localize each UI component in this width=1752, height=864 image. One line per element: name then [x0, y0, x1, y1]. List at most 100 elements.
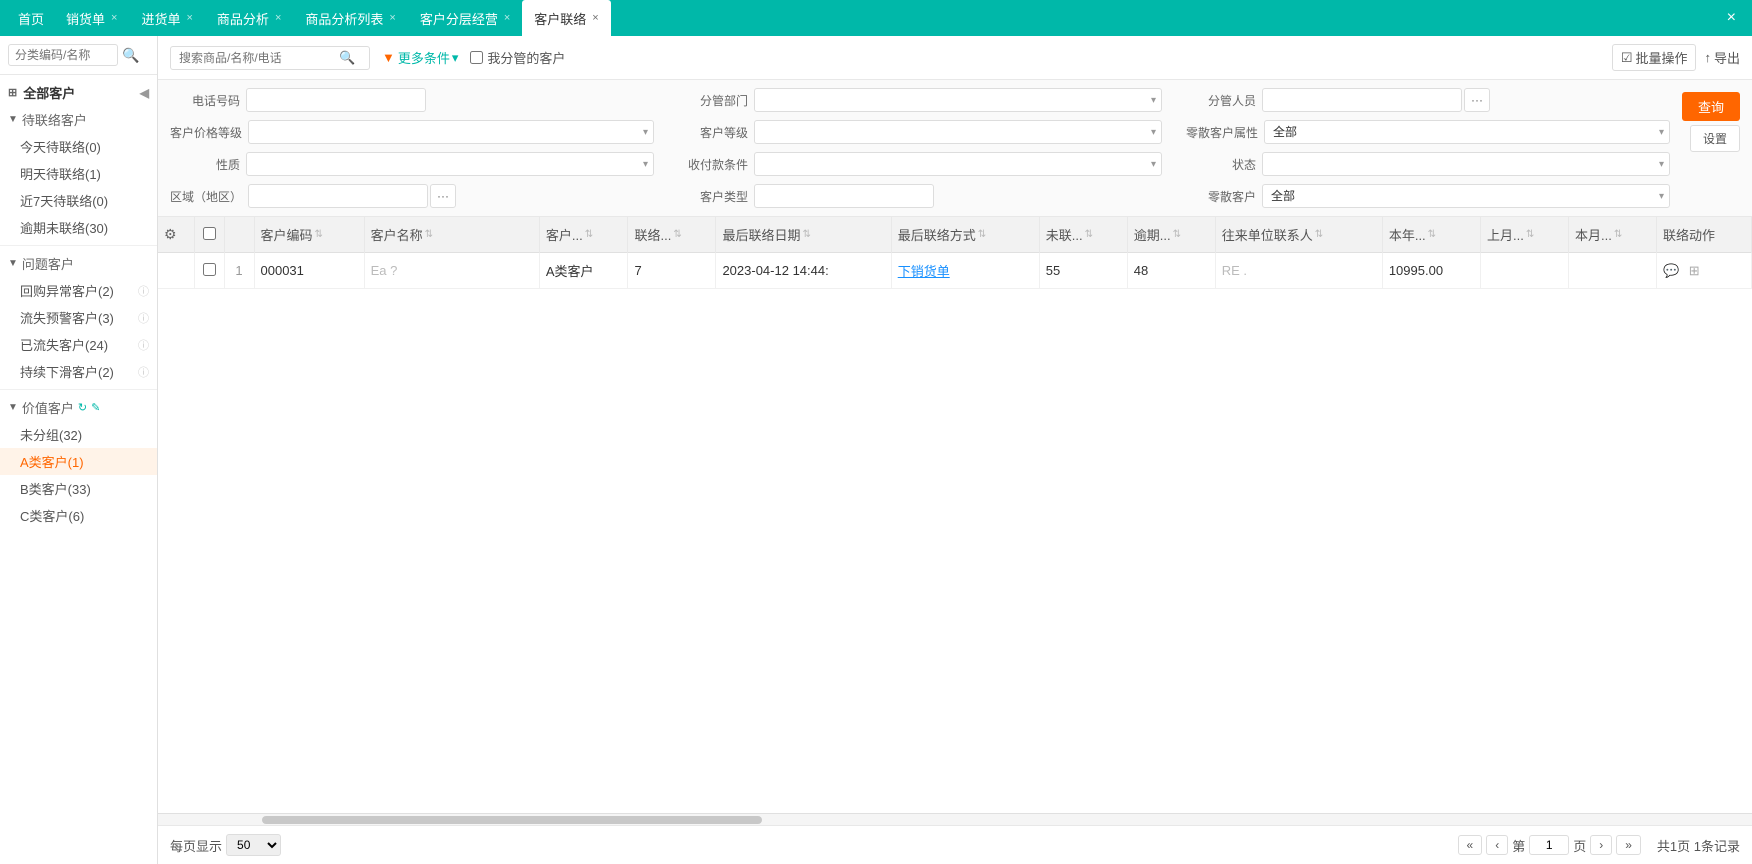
status-select[interactable] — [1262, 152, 1670, 176]
sort-last-month-icon[interactable]: ⇅ — [1526, 229, 1534, 240]
nav-tab-customer-mgmt[interactable]: 客户分层经营 × — [408, 0, 522, 36]
page-size-select[interactable]: 50 100 200 — [226, 834, 281, 856]
close-analysis-list-tab[interactable]: × — [389, 12, 395, 24]
th-unit-contact: 往来单位联系人 ⇅ — [1215, 217, 1382, 253]
action-icon-1[interactable]: 💬 — [1663, 263, 1679, 278]
payment-select[interactable] — [754, 152, 1162, 176]
sidebar-item-ungrouped[interactable]: 未分组(32) — [0, 421, 157, 448]
last-page-btn[interactable]: » — [1616, 835, 1641, 855]
value-edit-icon[interactable]: ✎ — [91, 401, 100, 414]
customer-type-input[interactable] — [754, 184, 934, 208]
nav-tab-analysis[interactable]: 商品分析 × — [205, 0, 293, 36]
customer-type-label: 客户类型 — [678, 188, 748, 205]
nav-tab-customer-contact[interactable]: 客户联络 × — [522, 0, 610, 36]
page-label: 第 — [1512, 836, 1525, 855]
first-page-btn[interactable]: « — [1458, 835, 1483, 855]
close-customer-mgmt-tab[interactable]: × — [504, 12, 510, 24]
sidebar-item-b-class[interactable]: B类客户(33) — [0, 475, 157, 502]
filter-field-phone: 电话号码 — [170, 88, 654, 112]
filter-search-input[interactable] — [179, 51, 339, 65]
price-level-label: 客户价格等级 — [170, 124, 242, 141]
my-customers-checkbox[interactable] — [470, 51, 483, 64]
sidebar-item-declining[interactable]: 持续下滑客户(2) ⓘ — [0, 358, 157, 385]
sort-level-icon[interactable]: ⇅ — [585, 229, 593, 240]
sort-code-icon[interactable]: ⇅ — [315, 229, 323, 240]
export-btn[interactable]: ↑ 导出 — [1704, 48, 1740, 67]
window-close-btn[interactable]: × — [1719, 9, 1744, 27]
sidebar-item-overdue[interactable]: 逾期未联络(30) — [0, 214, 157, 241]
gear-icon[interactable]: ⚙ — [164, 226, 177, 242]
sort-name-icon[interactable]: ⇅ — [425, 229, 433, 240]
sidebar-group-problem[interactable]: ▼ 问题客户 — [0, 250, 157, 277]
row-checkbox[interactable] — [203, 263, 216, 276]
nav-tab-purchase[interactable]: 进货单 × — [129, 0, 204, 36]
nav-home[interactable]: 首页 — [8, 0, 54, 36]
sidebar-item-a-class[interactable]: A类客户(1) — [0, 448, 157, 475]
price-level-select[interactable] — [248, 120, 654, 144]
phone-input[interactable] — [246, 88, 426, 112]
filter-field-region: 区域（地区） ··· — [170, 184, 654, 208]
batch-op-btn[interactable]: ☑ 批量操作 — [1612, 44, 1697, 71]
region-dots-btn[interactable]: ··· — [430, 184, 456, 208]
sidebar-item-c-class[interactable]: C类客户(6) — [0, 502, 157, 529]
select-all-checkbox[interactable] — [203, 227, 216, 240]
prev-page-btn[interactable]: ‹ — [1486, 835, 1508, 855]
action-icon-2[interactable]: ⊞ — [1689, 263, 1700, 278]
query-btn[interactable]: 查询 — [1682, 92, 1740, 121]
close-purchase-tab[interactable]: × — [186, 12, 192, 24]
sort-overdue-icon[interactable]: ⇅ — [1173, 229, 1181, 240]
filter-search-icon[interactable]: 🔍 — [339, 50, 355, 66]
person-dots-btn[interactable]: ··· — [1464, 88, 1490, 112]
top-nav: 首页 销货单 × 进货单 × 商品分析 × 商品分析列表 × 客户分层经营 × … — [0, 0, 1752, 36]
sidebar-group-pending[interactable]: ▼ 待联络客户 — [0, 106, 157, 133]
sort-no-contact-icon[interactable]: ⇅ — [1085, 229, 1093, 240]
nav-tab-sales[interactable]: 销货单 × — [54, 0, 129, 36]
next-page-btn[interactable]: › — [1590, 835, 1612, 855]
dept-select[interactable] — [754, 88, 1162, 112]
sidebar-group-value[interactable]: ▼ 价值客户 ↻ ✎ — [0, 394, 157, 421]
nature-select[interactable] — [246, 152, 654, 176]
my-customers-checkbox-label[interactable]: 我分管的客户 — [470, 48, 565, 67]
scroll-bar-area — [158, 813, 1752, 825]
customer-level-select[interactable] — [754, 120, 1162, 144]
page-input[interactable] — [1529, 835, 1569, 855]
scroll-thumb[interactable] — [262, 816, 762, 824]
table-row: 1 000031 Ea ? A类客户 7 — [158, 253, 1752, 289]
sort-this-year-icon[interactable]: ⇅ — [1428, 229, 1436, 240]
sidebar-all-customers[interactable]: ⊞ 全部客户 ◀ — [0, 75, 157, 106]
retail-attr-select[interactable]: 全部 — [1264, 120, 1670, 144]
region-input[interactable] — [248, 184, 428, 208]
nav-tab-analysis-list[interactable]: 商品分析列表 × — [293, 0, 407, 36]
person-input[interactable] — [1262, 88, 1462, 112]
sidebar-collapse-btn[interactable]: ◀ — [140, 86, 149, 100]
sidebar-item-abnormal[interactable]: 回购异常客户(2) ⓘ — [0, 277, 157, 304]
close-sales-tab[interactable]: × — [111, 12, 117, 24]
sort-unit-contact-icon[interactable]: ⇅ — [1315, 229, 1323, 240]
filter-search-wrap: 🔍 — [170, 46, 370, 70]
page-nav: « ‹ 第 页 › » 共1页 1条记录 — [1458, 835, 1740, 855]
value-refresh-icon[interactable]: ↻ — [78, 401, 87, 414]
sidebar-search-icon[interactable]: 🔍 — [122, 47, 139, 64]
retail-customer-select-wrap: 全部 ▾ — [1262, 184, 1670, 208]
close-customer-contact-tab[interactable]: × — [592, 12, 598, 24]
retail-customer-select[interactable]: 全部 — [1262, 184, 1670, 208]
sort-last-method-icon[interactable]: ⇅ — [978, 229, 986, 240]
filter-more-btn[interactable]: ▼ 更多条件 ▾ — [382, 48, 458, 67]
grid-icon: ⊞ — [8, 86, 17, 99]
sort-this-month-icon[interactable]: ⇅ — [1614, 229, 1622, 240]
filter-field-dept: 分管部门 ▾ — [678, 88, 1162, 112]
td-checkbox — [194, 253, 224, 289]
sort-contact-icon[interactable]: ⇅ — [673, 229, 681, 240]
sidebar-item-today[interactable]: 今天待联络(0) — [0, 133, 157, 160]
td-gear-row — [158, 253, 194, 289]
td-name: Ea ? — [364, 253, 539, 289]
sidebar-item-7days[interactable]: 近7天待联络(0) — [0, 187, 157, 214]
close-analysis-tab[interactable]: × — [275, 12, 281, 24]
last-method-link[interactable]: 下销货单 — [898, 264, 950, 279]
settings-btn[interactable]: 设置 — [1690, 125, 1740, 152]
sort-last-date-icon[interactable]: ⇅ — [802, 229, 810, 240]
sidebar-search-input[interactable] — [8, 44, 118, 66]
sidebar-item-lost[interactable]: 已流失客户(24) ⓘ — [0, 331, 157, 358]
sidebar-item-warning[interactable]: 流失预警客户(3) ⓘ — [0, 304, 157, 331]
sidebar-item-tomorrow[interactable]: 明天待联络(1) — [0, 160, 157, 187]
